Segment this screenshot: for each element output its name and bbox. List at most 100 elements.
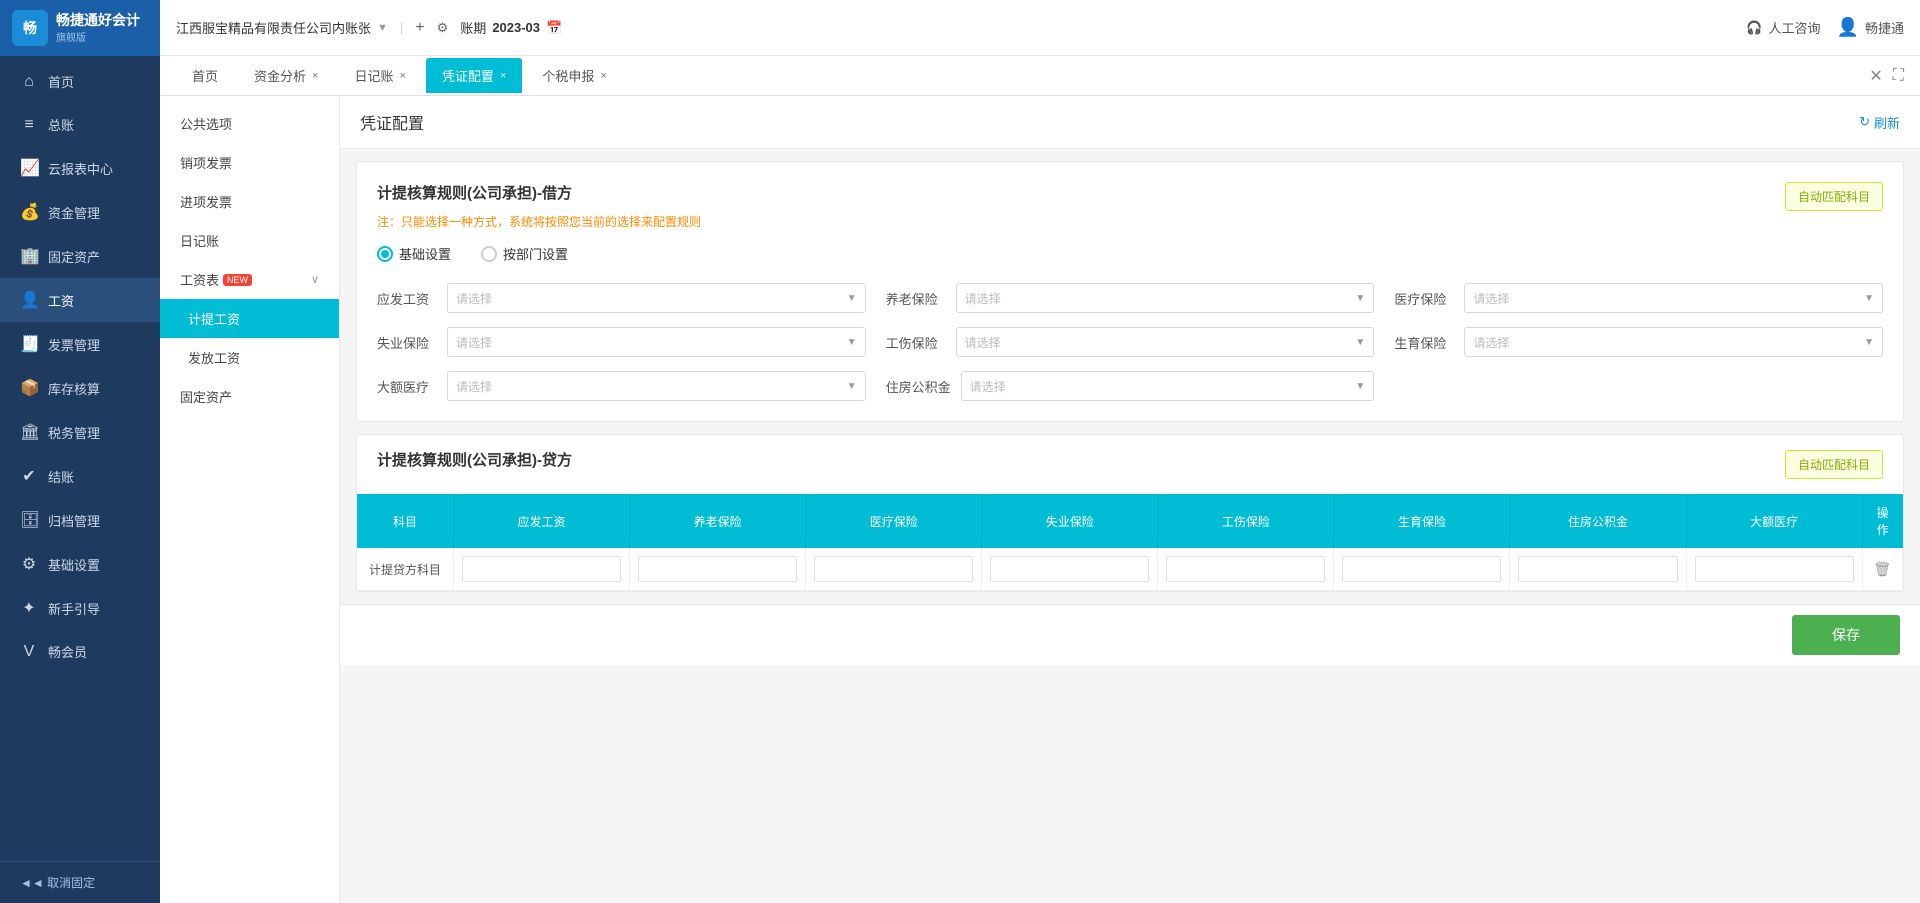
tab-finance[interactable]: 资金分析 × <box>238 58 334 93</box>
logo-name: 畅捷通好会计 <box>56 12 140 29</box>
left-menu-accrual-label: 计提工资 <box>188 309 240 328</box>
field-zhufang-gongjijin: 住房公积金 请选择 ▼ <box>886 371 1375 401</box>
left-menu-accrual[interactable]: 计提工资 <box>160 299 339 338</box>
expand-window-icon[interactable]: ⛶ <box>1893 67 1904 85</box>
finance-icon: 💰 <box>20 202 38 222</box>
input-shiye[interactable] <box>990 556 1149 582</box>
td-gongshang-input-cell <box>1158 548 1334 591</box>
support-button[interactable]: 🎧 人工咨询 <box>1746 18 1820 37</box>
left-menu-fixed-assets[interactable]: 固定资产 <box>160 377 339 416</box>
settings-button[interactable]: ⚙ <box>437 20 449 36</box>
sidebar-label-guide: 新手引导 <box>48 599 100 618</box>
guide-icon: ✦ <box>20 598 38 618</box>
left-menu-payout-label: 发放工资 <box>188 348 240 367</box>
input-daee[interactable] <box>1695 556 1854 582</box>
select-daee-yiliao[interactable]: 请选择 ▼ <box>447 371 866 401</box>
user-menu[interactable]: 👤 畅捷通 <box>1837 17 1904 38</box>
left-menu-payout[interactable]: 发放工资 <box>160 338 339 377</box>
left-menu-journal[interactable]: 日记账 <box>160 221 339 260</box>
sidebar-item-inventory[interactable]: 📦 库存核算 <box>0 366 160 410</box>
unpin-label: ◄◄ 取消固定 <box>20 874 95 891</box>
tab-tax[interactable]: 个税申报 × <box>526 58 622 93</box>
sidebar-item-guide[interactable]: ✦ 新手引导 <box>0 586 160 630</box>
input-zhufang[interactable] <box>1518 556 1677 582</box>
th-subject: 科目 <box>357 494 454 548</box>
calendar-icon[interactable]: 📅 <box>546 20 562 36</box>
auto-match-credit-button[interactable]: 自动匹配科目 <box>1785 450 1883 479</box>
company-selector[interactable]: 江西服宝精品有限责任公司内账张 ▼ <box>176 18 388 37</box>
left-menu-salary-table[interactable]: 工资表 NEW ∨ <box>160 260 339 299</box>
td-yingfa-input-cell <box>454 548 630 591</box>
sidebar-item-vip[interactable]: V 畅会员 <box>0 630 160 673</box>
tab-journal-label: 日记账 <box>354 66 393 85</box>
select-shiye-placeholder: 请选择 <box>456 334 492 351</box>
select-zhufang-gongjijin[interactable]: 请选择 ▼ <box>961 371 1375 401</box>
credit-table-wrapper: 科目 应发工资 养老保险 医疗保险 失业保险 工伤保险 生育保险 住房公积金 大… <box>357 494 1903 591</box>
sidebar-item-assets[interactable]: 🏢 固定资产 <box>0 234 160 278</box>
input-yiliao[interactable] <box>814 556 973 582</box>
sidebar-item-archive[interactable]: 🗄 归档管理 <box>0 498 160 542</box>
chevron-down-icon-7: ▼ <box>847 381 857 392</box>
select-yanglao-baoxian[interactable]: 请选择 ▼ <box>956 283 1375 313</box>
input-yingfa[interactable] <box>462 556 621 582</box>
delete-row-button[interactable]: 🗑 <box>1873 561 1891 577</box>
tab-bar: 首页 资金分析 × 日记账 × 凭证配置 × 个税申报 × ✕ ⛶ <box>160 56 1920 96</box>
sidebar-unpin[interactable]: ◄◄ 取消固定 <box>0 861 160 903</box>
th-shiye: 失业保险 <box>982 494 1158 548</box>
sidebar-item-settings[interactable]: ⚙ 基础设置 <box>0 542 160 586</box>
add-company-button[interactable]: + <box>415 19 424 37</box>
select-gongshang-placeholder: 请选择 <box>965 334 1001 351</box>
sidebar-label-settings: 基础设置 <box>48 555 100 574</box>
left-menu: 公共选项 销项发票 进项发票 日记账 工资表 NEW ∨ 计提工资 发放工资 <box>160 96 340 903</box>
content-area: 公共选项 销项发票 进项发票 日记账 工资表 NEW ∨ 计提工资 发放工资 <box>160 96 1920 903</box>
tab-tax-label: 个税申报 <box>542 66 594 85</box>
sidebar-item-finance[interactable]: 💰 资金管理 <box>0 190 160 234</box>
tab-journal[interactable]: 日记账 × <box>338 58 421 93</box>
sidebar: 畅 畅捷通好会计 旗舰版 ⌂ 首页 ≡ 总账 📈 云报表中心 💰 资金管理 🏢 … <box>0 0 160 903</box>
left-menu-sales-label: 销项发票 <box>180 153 232 172</box>
tab-tax-close[interactable]: × <box>600 70 606 82</box>
td-shiye-input-cell <box>982 548 1158 591</box>
save-button[interactable]: 保存 <box>1792 615 1900 655</box>
left-menu-public[interactable]: 公共选项 <box>160 104 339 143</box>
input-yanglao[interactable] <box>638 556 797 582</box>
tab-finance-close[interactable]: × <box>312 70 318 82</box>
left-menu-purchase[interactable]: 进项发票 <box>160 182 339 221</box>
radio-basic[interactable]: 基础设置 <box>377 244 451 263</box>
sidebar-item-salary[interactable]: 👤 工资 <box>0 278 160 322</box>
field-shengyu-baoxian: 生育保险 请选择 ▼ <box>1394 327 1883 357</box>
refresh-label: 刷新 <box>1874 113 1900 132</box>
left-menu-sales[interactable]: 销项发票 <box>160 143 339 182</box>
sidebar-item-invoice[interactable]: 🧾 发票管理 <box>0 322 160 366</box>
th-yanglao: 养老保险 <box>630 494 806 548</box>
select-shiye-baoxian[interactable]: 请选择 ▼ <box>447 327 866 357</box>
tab-home[interactable]: 首页 <box>176 58 234 93</box>
page-title: 凭证配置 <box>360 110 424 134</box>
select-shengyu-baoxian[interactable]: 请选择 ▼ <box>1464 327 1883 357</box>
debit-form-grid: 应发工资 请选择 ▼ 养老保险 请选择 ▼ 医疗 <box>377 283 1883 401</box>
close-window-icon[interactable]: ✕ <box>1869 66 1882 86</box>
select-yiliao-baoxian[interactable]: 请选择 ▼ <box>1464 283 1883 313</box>
sidebar-item-checkout[interactable]: ✔ 结账 <box>0 454 160 498</box>
tab-voucher[interactable]: 凭证配置 × <box>426 58 522 93</box>
radio-dept[interactable]: 按部门设置 <box>481 244 568 263</box>
select-gongshang-baoxian[interactable]: 请选择 ▼ <box>956 327 1375 357</box>
username: 畅捷通 <box>1865 18 1904 37</box>
select-yingfa-gongzi[interactable]: 请选择 ▼ <box>447 283 866 313</box>
auto-match-debit-button[interactable]: 自动匹配科目 <box>1785 182 1883 211</box>
input-gongshang[interactable] <box>1166 556 1325 582</box>
input-shengyu[interactable] <box>1342 556 1501 582</box>
td-subject-label: 计提贷方科目 <box>357 548 454 591</box>
sidebar-item-tax[interactable]: 🏛 税务管理 <box>0 410 160 454</box>
debit-section-title: 计提核算规则(公司承担)-借方 <box>377 182 1785 203</box>
tab-voucher-close[interactable]: × <box>500 70 506 82</box>
sidebar-item-reports[interactable]: 📈 云报表中心 <box>0 146 160 190</box>
refresh-button[interactable]: ↻ 刷新 <box>1859 113 1900 132</box>
sidebar-item-ledger[interactable]: ≡ 总账 <box>0 103 160 146</box>
tab-journal-close[interactable]: × <box>399 70 405 82</box>
label-daee-yiliao: 大额医疗 <box>377 377 437 396</box>
label-yiliao-baoxian: 医疗保险 <box>1394 289 1454 308</box>
chevron-down-icon-2: ▼ <box>1355 293 1365 304</box>
radio-group: 基础设置 按部门设置 <box>377 244 1883 263</box>
sidebar-item-home[interactable]: ⌂ 首页 <box>0 60 160 103</box>
